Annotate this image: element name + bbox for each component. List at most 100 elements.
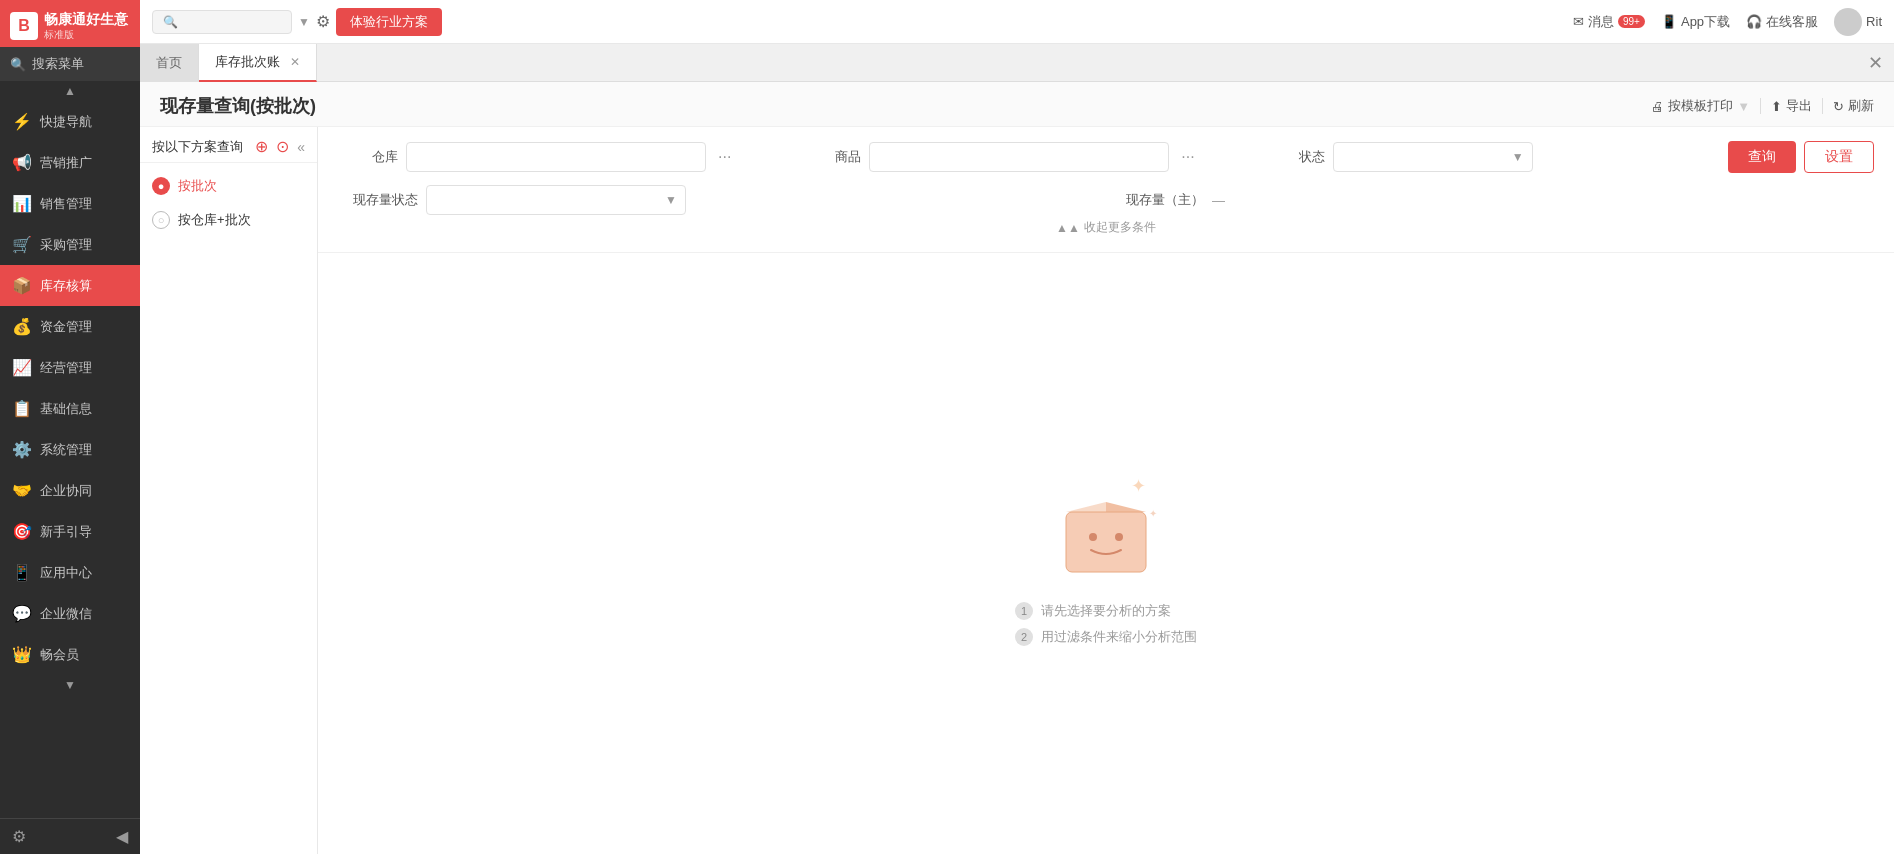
tab-inventory-batch[interactable]: 库存批次账 ✕ [199, 44, 317, 82]
trial-btn[interactable]: 体验行业方案 [336, 8, 442, 36]
sidebar-item-guide[interactable]: 🎯 新手引导 [0, 511, 140, 552]
left-panel-add-btn[interactable]: ⊕ [255, 137, 268, 156]
sidebar-item-label: 畅会员 [40, 646, 79, 664]
lp-item-by-batch[interactable]: ● 按批次 [140, 169, 317, 203]
hint-2-text: 用过滤条件来缩小分析范围 [1041, 628, 1197, 646]
support-label: 在线客服 [1766, 13, 1818, 31]
settings-btn[interactable]: 设置 [1804, 141, 1874, 173]
sidebar-item-basic[interactable]: 📋 基础信息 [0, 388, 140, 429]
topbar-app-download[interactable]: 📱 App下载 [1661, 13, 1730, 31]
quick-nav-icon: ⚡ [12, 112, 32, 131]
svg-text:✦: ✦ [1149, 508, 1157, 519]
sidebar-search-label: 搜索菜单 [32, 55, 84, 73]
sidebar-item-enterprise[interactable]: 🤝 企业协同 [0, 470, 140, 511]
query-btn[interactable]: 查询 [1728, 141, 1796, 173]
empty-hint-2: 2 用过滤条件来缩小分析范围 [1015, 628, 1197, 646]
sidebar-item-system[interactable]: ⚙️ 系统管理 [0, 429, 140, 470]
sidebar-item-quick-nav[interactable]: ⚡ 快捷导航 [0, 101, 140, 142]
topbar-chevron-icon[interactable]: ▼ [298, 15, 310, 29]
topbar-user[interactable]: Rit [1834, 8, 1882, 36]
topbar-online-support[interactable]: 🎧 在线客服 [1746, 13, 1818, 31]
sidebar-item-label: 资金管理 [40, 318, 92, 336]
divider2 [1822, 98, 1823, 114]
sidebar-item-sales[interactable]: 📊 销售管理 [0, 183, 140, 224]
app-info: 畅康通好生意 标准版 [44, 10, 128, 41]
export-btn[interactable]: ⬆ 导出 [1771, 97, 1812, 115]
warehouse-dots[interactable]: ··· [718, 148, 731, 166]
lp-item-by-batch-label: 按批次 [178, 177, 217, 195]
hint-1-text: 请先选择要分析的方案 [1041, 602, 1171, 620]
sidebar-item-search[interactable]: 🔍 搜索菜单 [0, 47, 140, 81]
status-label: 状态 [1265, 148, 1325, 166]
sidebar-item-app-center[interactable]: 📱 应用中心 [0, 552, 140, 593]
guide-icon: 🎯 [12, 522, 32, 541]
page-title: 现存量查询(按批次) [160, 94, 316, 118]
user-name: Rit [1866, 14, 1882, 29]
product-filter-group: 商品 ··· [801, 142, 1248, 172]
stock-qty-filter-group: 现存量（主） — [1114, 191, 1874, 209]
stock-status-arrow-icon: ▼ [665, 193, 677, 207]
sidebar-item-purchase[interactable]: 🛒 采购管理 [0, 224, 140, 265]
svg-text:✦: ✦ [1131, 476, 1146, 496]
svg-rect-0 [1066, 512, 1146, 572]
svg-point-2 [1089, 533, 1097, 541]
sidebar-item-label: 应用中心 [40, 564, 92, 582]
operation-icon: 📈 [12, 358, 32, 377]
refresh-btn[interactable]: ↻ 刷新 [1833, 97, 1874, 115]
collapse-btn[interactable]: ▲▲ 收起更多条件 [338, 215, 1874, 246]
sidebar-item-finance[interactable]: 💰 资金管理 [0, 306, 140, 347]
app-download-icon: 📱 [1661, 14, 1677, 29]
topbar-right: ✉ 消息 99+ 📱 App下载 🎧 在线客服 Rit [1573, 8, 1882, 36]
sidebar-header: B 畅康通好生意 标准版 [0, 0, 140, 47]
filter-row-1: 仓库 ··· 商品 ··· 状态 [338, 141, 1874, 173]
wechat-icon: 💬 [12, 604, 32, 623]
left-panel-settings-btn[interactable]: ⊙ [276, 137, 289, 156]
sidebar-item-marketing[interactable]: 📢 营销推广 [0, 142, 140, 183]
topbar-search-box[interactable]: 🔍 [152, 10, 292, 34]
divider [1760, 98, 1761, 114]
sidebar-item-wechat[interactable]: 💬 企业微信 [0, 593, 140, 634]
sidebar-scroll-up[interactable]: ▲ [0, 81, 140, 101]
sidebar-item-vip[interactable]: 👑 畅会员 [0, 634, 140, 675]
print-btn[interactable]: 🖨 按模板打印 ▼ [1651, 97, 1750, 115]
stock-status-label: 现存量状态 [338, 191, 418, 209]
app-name: 畅康通好生意 [44, 10, 128, 28]
export-icon: ⬆ [1771, 99, 1782, 114]
stock-qty-label: 现存量（主） [1114, 191, 1204, 209]
stock-status-select[interactable]: ▼ [426, 185, 686, 215]
topbar-gear-icon[interactable]: ⚙ [316, 12, 330, 31]
inventory-icon: 📦 [12, 276, 32, 295]
left-panel: 按以下方案查询 ⊕ ⊙ « ● 按批次 ○ 按仓库+批次 [140, 127, 318, 854]
export-label: 导出 [1786, 97, 1812, 115]
tabs-close-all-btn[interactable]: ✕ [1856, 44, 1894, 82]
support-icon: 🎧 [1746, 14, 1762, 29]
topbar-messages[interactable]: ✉ 消息 99+ [1573, 13, 1645, 31]
product-input[interactable] [869, 142, 1169, 172]
sidebar-scroll-down[interactable]: ▼ [0, 675, 140, 695]
left-panel-collapse-btn[interactable]: « [297, 139, 305, 155]
hint-1-num: 1 [1015, 602, 1033, 620]
warehouse-input[interactable] [406, 142, 706, 172]
status-select-arrow-icon: ▼ [1512, 150, 1524, 164]
tab-home[interactable]: 首页 [140, 44, 199, 82]
status-select[interactable]: ▼ [1333, 142, 1533, 172]
warehouse-label: 仓库 [338, 148, 398, 166]
sidebar-item-label: 营销推广 [40, 154, 92, 172]
tab-close-icon[interactable]: ✕ [290, 55, 300, 69]
stock-status-filter-group: 现存量状态 ▼ [338, 185, 1098, 215]
user-avatar [1834, 8, 1862, 36]
tab-inventory-batch-label: 库存批次账 [215, 53, 280, 71]
sidebar-item-operation[interactable]: 📈 经营管理 [0, 347, 140, 388]
page-header-actions: 🖨 按模板打印 ▼ ⬆ 导出 ↻ 刷新 [1651, 97, 1874, 115]
lp-item-by-warehouse-batch[interactable]: ○ 按仓库+批次 [140, 203, 317, 237]
filter-row-2: 现存量状态 ▼ 现存量（主） — [338, 185, 1874, 215]
app-logo: B [10, 12, 38, 40]
sidebar-item-inventory[interactable]: 📦 库存核算 [0, 265, 140, 306]
right-content: 仓库 ··· 商品 ··· 状态 [318, 127, 1894, 854]
marketing-icon: 📢 [12, 153, 32, 172]
sidebar-item-label: 经营管理 [40, 359, 92, 377]
product-dots[interactable]: ··· [1181, 148, 1194, 166]
sidebar-collapse-btn[interactable]: ◀ [116, 827, 128, 846]
sidebar-settings-btn[interactable]: ⚙ [12, 827, 26, 846]
finance-icon: 💰 [12, 317, 32, 336]
